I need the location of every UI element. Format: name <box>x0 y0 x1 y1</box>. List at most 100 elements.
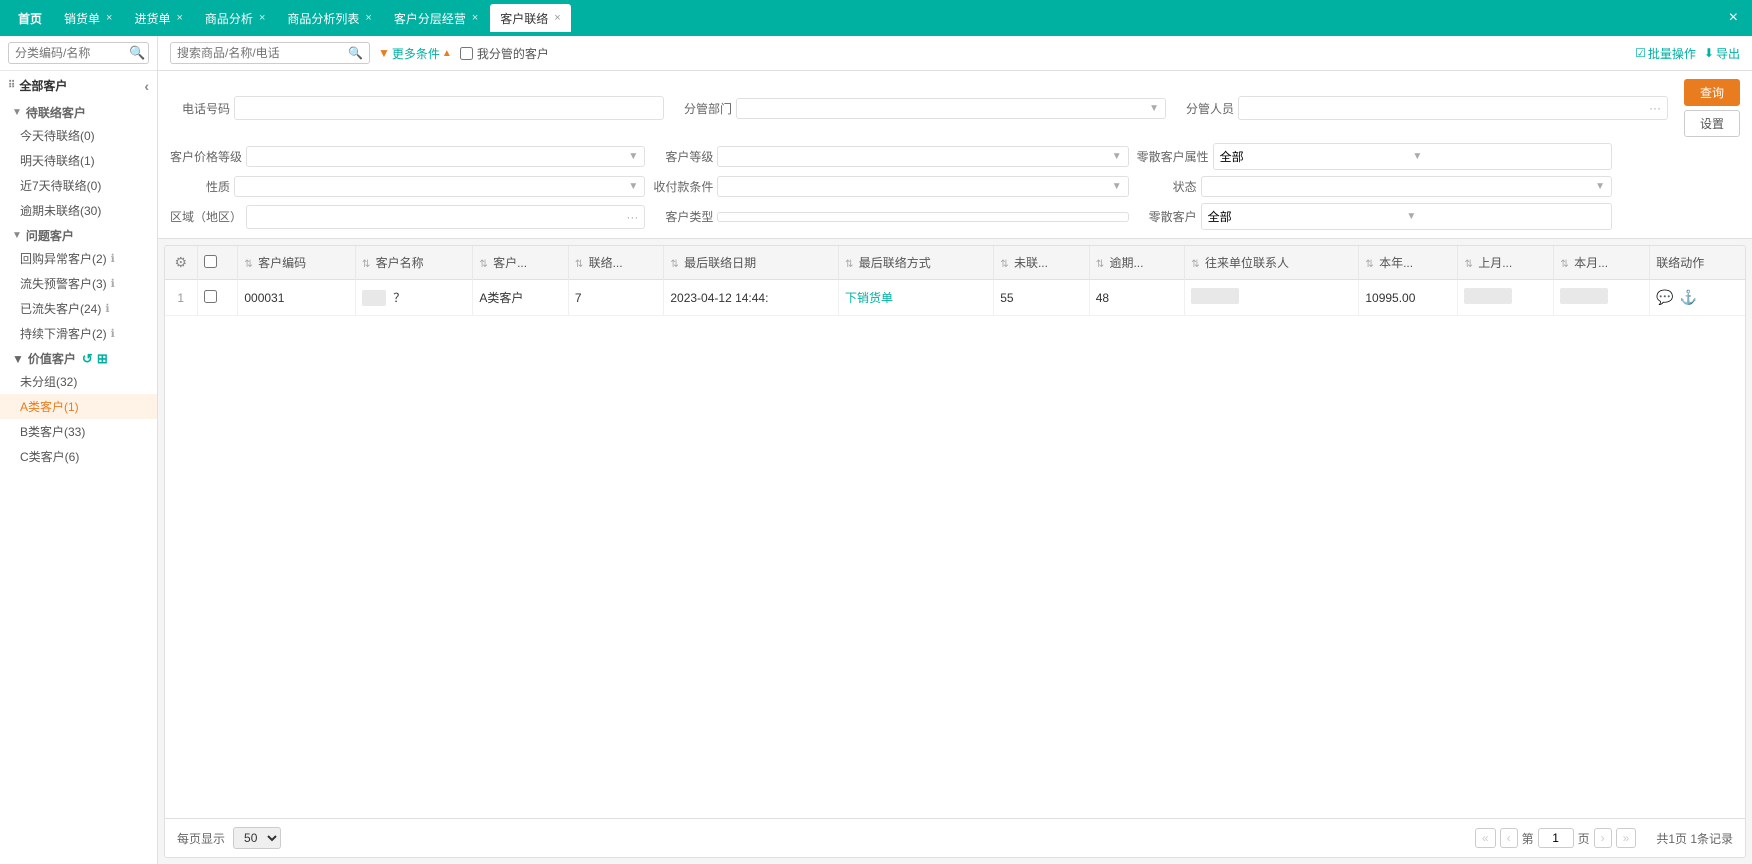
sidebar-item-week[interactable]: 近7天待联络(0) <box>0 173 157 198</box>
info-icon-1: ℹ <box>111 252 115 265</box>
nav-product-analysis-close[interactable]: × <box>259 12 265 24</box>
add-group-icon[interactable]: ⊞ <box>97 351 108 367</box>
status-select[interactable]: ▼ <box>1201 176 1612 197</box>
table-wrapper[interactable]: ⚙ ⇅ 客户编码 ⇅ 客户名称 <box>165 246 1745 818</box>
sidebar-item-ungrouped[interactable]: 未分组(32) <box>0 369 157 394</box>
phone-input[interactable] <box>234 96 664 120</box>
row-checkbox[interactable] <box>204 290 217 303</box>
settings-btn[interactable]: 设置 <box>1684 110 1740 137</box>
next-page-btn[interactable]: › <box>1594 828 1612 848</box>
last-contact-method-link[interactable]: 下销货单 <box>845 291 893 305</box>
field-status: 状态 ▼ <box>1137 176 1612 197</box>
region-dots[interactable]: ··· <box>626 210 638 224</box>
collapse-icon[interactable]: ‹ <box>144 78 149 94</box>
nav-product-analysis-list[interactable]: 商品分析列表 × <box>277 4 381 32</box>
sidebar-item-churn-warning[interactable]: 流失预警客户(3) ℹ <box>0 271 157 296</box>
sidebar-item-type-c[interactable]: C类客户(6) <box>0 444 157 469</box>
row-action-cell: 💬 ⚓ <box>1650 280 1745 316</box>
last-page-btn[interactable]: » <box>1616 828 1637 848</box>
sort-icon-6: ⇅ <box>845 259 853 270</box>
my-customers-checkbox[interactable]: 我分管的客户 <box>460 45 549 62</box>
filter-search-icon[interactable]: 🔍 <box>348 46 363 60</box>
col-last-contact-method-header[interactable]: ⇅ 最后联络方式 <box>839 246 994 280</box>
nav-product-analysis[interactable]: 商品分析 × <box>195 4 275 32</box>
export-btn[interactable]: ⬇ 导出 <box>1704 45 1740 62</box>
chat-action-icon[interactable]: 💬 <box>1656 289 1673 306</box>
nature-select[interactable]: ▼ <box>234 176 645 197</box>
all-customers-header[interactable]: ⠿ 全部客户 ‹ <box>0 71 157 100</box>
per-page-select[interactable]: 50 <box>233 827 281 849</box>
col-this-month-header[interactable]: ⇅ 本月... <box>1554 246 1650 280</box>
region-select[interactable]: ··· <box>246 205 645 229</box>
nav-customer-layer[interactable]: 客户分层经营 × <box>384 4 488 32</box>
manager-more[interactable]: ··· <box>1649 101 1661 115</box>
customer-type-select[interactable] <box>717 212 1128 222</box>
region-label: 区域（地区） <box>170 208 242 225</box>
col-contact-count-header[interactable]: ⇅ 联络... <box>568 246 664 280</box>
page-number-input[interactable] <box>1538 828 1574 848</box>
nav-customer-layer-close[interactable]: × <box>472 12 478 24</box>
nav-purchase-close[interactable]: × <box>176 12 182 24</box>
col-checkbox-header[interactable] <box>197 246 238 280</box>
close-all-tabs[interactable]: × <box>1723 7 1744 29</box>
customer-grade-select[interactable]: ▼ <box>717 146 1128 167</box>
row-checkbox-cell[interactable] <box>197 280 238 316</box>
sidebar-item-churned[interactable]: 已流失客户(24) ℹ <box>0 296 157 321</box>
col-this-year-header[interactable]: ⇅ 本年... <box>1359 246 1458 280</box>
my-customers-check[interactable] <box>460 47 473 60</box>
nav-customer-contact[interactable]: 客户联络 × <box>490 4 570 32</box>
advanced-filter-panel: 电话号码 分管部门 ▼ 分管人员 ··· 查询 设置 <box>158 71 1752 239</box>
nav-product-analysis-list-close[interactable]: × <box>365 12 371 24</box>
retail-customer-select[interactable]: 全部 ▼ <box>1201 203 1612 230</box>
sidebar-item-overdue[interactable]: 逾期未联络(30) <box>0 198 157 223</box>
nav-purchase[interactable]: 进货单 × <box>124 4 192 32</box>
sidebar-item-repurchase-abnormal[interactable]: 回购异常客户(2) ℹ <box>0 246 157 271</box>
sidebar-item-declining[interactable]: 持续下滑客户(2) ℹ <box>0 321 157 346</box>
dept-select[interactable]: ▼ <box>736 98 1166 119</box>
filter-bar: 🔍 ▼ 更多条件 ▲ 我分管的客户 ☑ 批量操作 ⬇ 导出 <box>158 36 1752 71</box>
manager-select[interactable]: ··· <box>1238 96 1668 120</box>
info-icon-2: ℹ <box>111 277 115 290</box>
col-last-contact-date-header[interactable]: ⇅ 最后联络日期 <box>664 246 839 280</box>
col-code-header[interactable]: ⇅ 客户编码 <box>238 246 356 280</box>
sidebar-item-type-b[interactable]: B类客户(33) <box>0 419 157 444</box>
filter-icon: ▼ <box>378 46 390 60</box>
first-page-btn[interactable]: « <box>1475 828 1496 848</box>
col-last-month-header[interactable]: ⇅ 上月... <box>1458 246 1554 280</box>
select-all-checkbox[interactable] <box>204 255 217 268</box>
refresh-icon[interactable]: ↺ <box>82 351 93 367</box>
col-contact-person-header[interactable]: ⇅ 往来单位联系人 <box>1185 246 1359 280</box>
sidebar-item-today[interactable]: 今天待联络(0) <box>0 123 157 148</box>
more-filters-btn[interactable]: ▼ 更多条件 ▲ <box>378 45 452 62</box>
nav-sales-close[interactable]: × <box>106 12 112 24</box>
prev-page-btn[interactable]: ‹ <box>1500 828 1518 848</box>
sidebar-search-icon[interactable]: 🔍 <box>129 45 145 61</box>
last-month-hidden <box>1464 288 1512 304</box>
col-settings-btn[interactable]: ⚙ <box>165 246 197 280</box>
sidebar-search-input[interactable] <box>8 42 149 64</box>
col-name-header[interactable]: ⇅ 客户名称 <box>355 246 473 280</box>
nav-home[interactable]: 首页 <box>8 4 52 32</box>
price-grade-select[interactable]: ▼ <box>246 146 645 167</box>
retail-attr-select[interactable]: 全部 ▼ <box>1213 143 1612 170</box>
filter-search-input[interactable] <box>177 46 348 60</box>
query-btn[interactable]: 查询 <box>1684 79 1740 106</box>
bulk-ops-btn[interactable]: ☑ 批量操作 <box>1635 45 1696 62</box>
dept-label: 分管部门 <box>672 100 732 117</box>
info-icon-4: ℹ <box>111 327 115 340</box>
link-action-icon[interactable]: ⚓ <box>1680 289 1697 306</box>
col-type-header[interactable]: ⇅ 客户... <box>473 246 569 280</box>
row-this-year-cell: 10995.00 <box>1359 280 1458 316</box>
payment-select[interactable]: ▼ <box>717 176 1128 197</box>
sort-icon-2: ⇅ <box>362 259 370 270</box>
name-hidden-placeholder <box>362 290 386 306</box>
nav-customer-contact-close[interactable]: × <box>554 12 560 24</box>
row-type-cell: A类客户 <box>473 280 569 316</box>
sidebar-item-tomorrow[interactable]: 明天待联络(1) <box>0 148 157 173</box>
arrow-icon-2: ▼ <box>12 230 22 241</box>
filter-row-2: 客户价格等级 ▼ 客户等级 ▼ 零散客户属性 全部 ▼ <box>170 143 1740 170</box>
col-uncontacted-header[interactable]: ⇅ 未联... <box>994 246 1090 280</box>
sidebar-item-type-a[interactable]: A类客户(1) <box>0 394 157 419</box>
col-overdue-header[interactable]: ⇅ 逾期... <box>1089 246 1185 280</box>
nav-sales[interactable]: 销货单 × <box>54 4 122 32</box>
